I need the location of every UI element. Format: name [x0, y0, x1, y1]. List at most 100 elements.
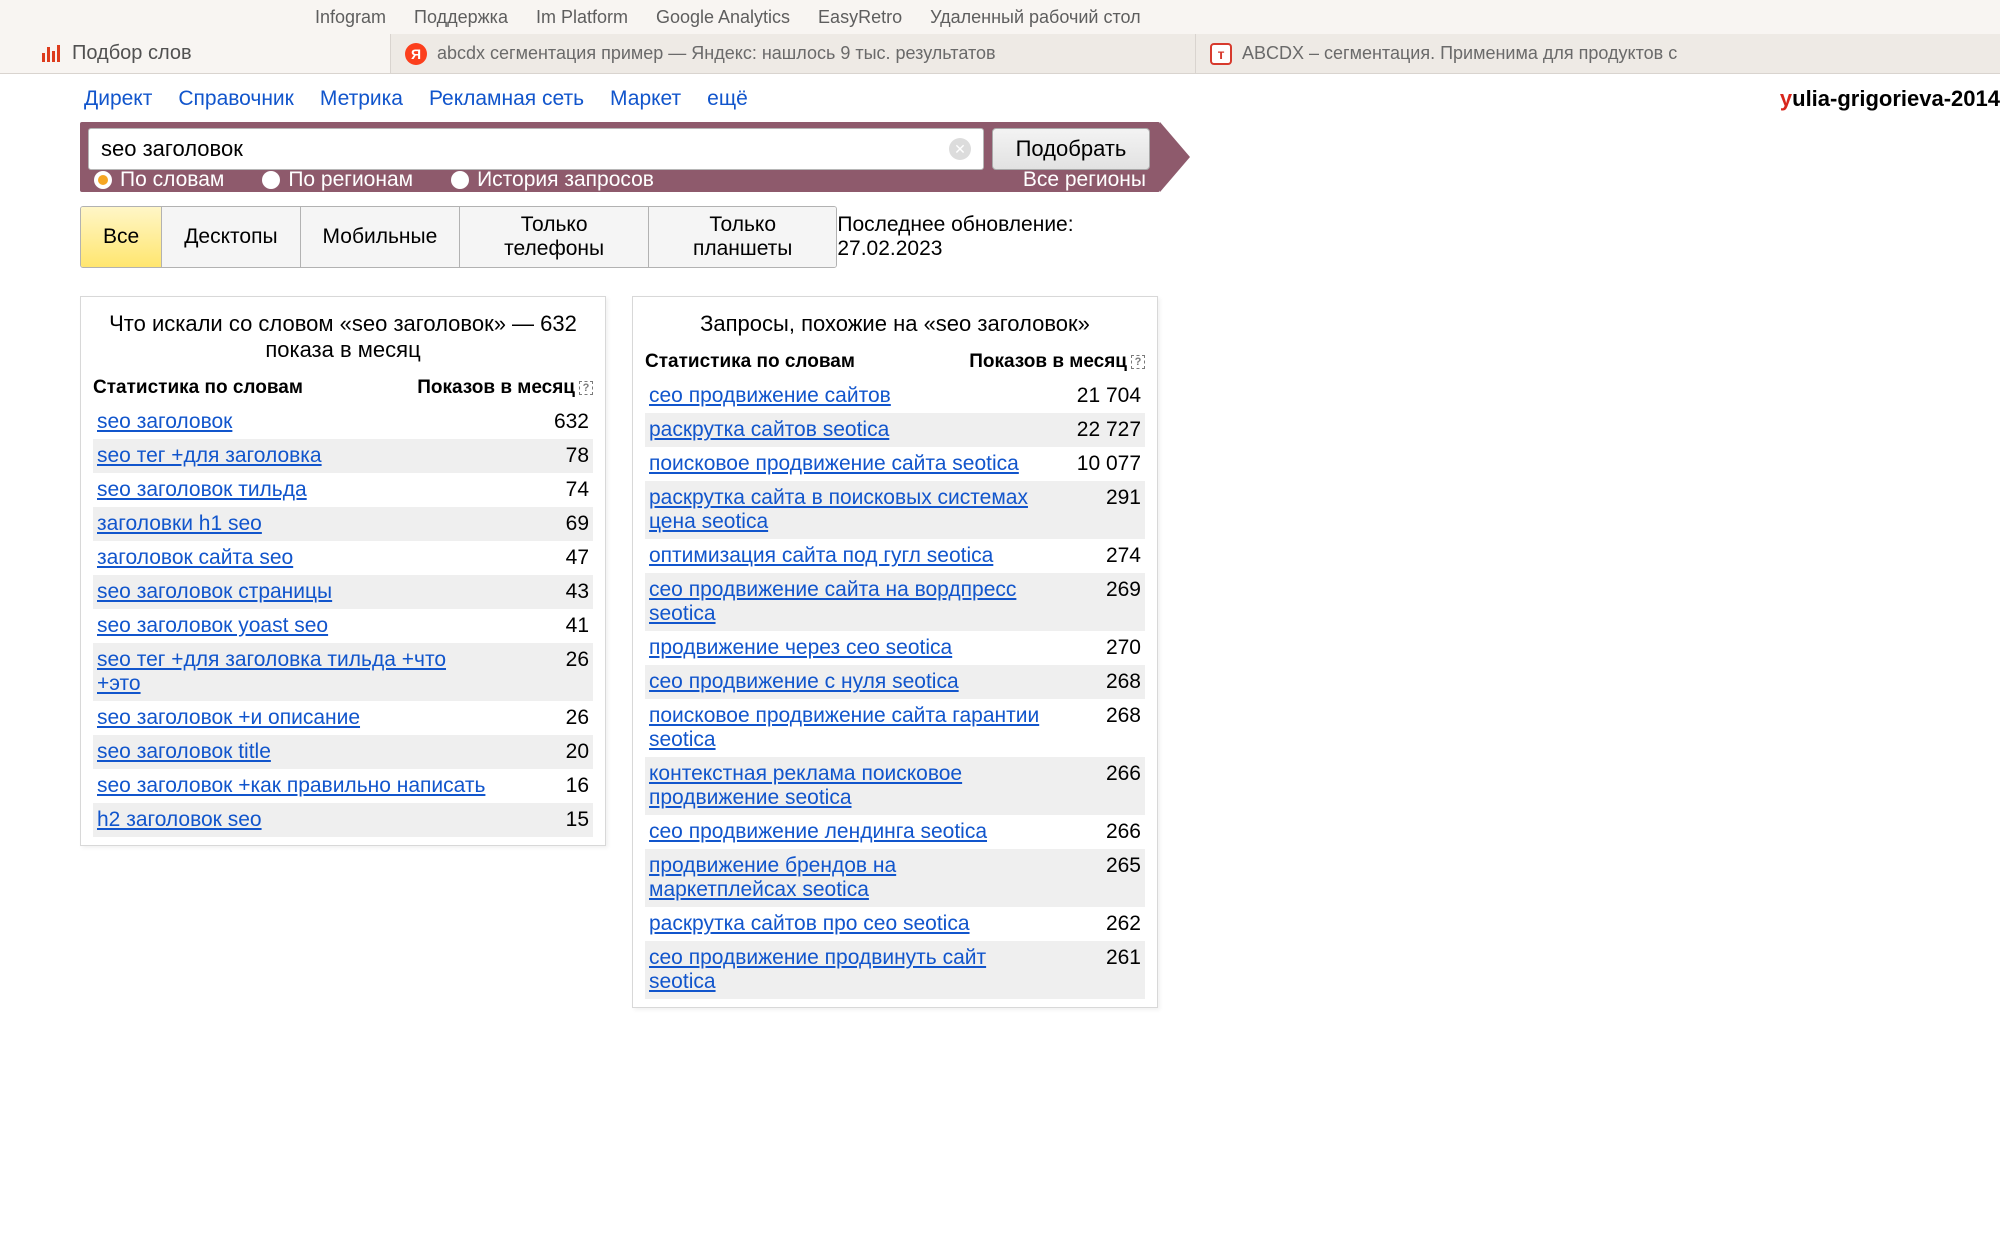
query-link[interactable]: раскрутка сайта в поисковых системах цен…	[649, 486, 1028, 533]
clear-icon[interactable]: ✕	[949, 138, 971, 160]
query-link[interactable]: сео продвижение сайтов	[649, 384, 891, 407]
query-link[interactable]: продвижение через сео seotica	[649, 636, 952, 659]
shows-cell: 15	[493, 803, 593, 837]
device-tab-tablets[interactable]: Только планшеты	[649, 207, 836, 267]
query-link[interactable]: заголовок сайта seo	[97, 546, 293, 569]
radio-label: По регионам	[288, 168, 413, 192]
results-table-right: сео продвижение сайтов 21 704 раскрутка са…	[645, 379, 1145, 999]
browser-tab[interactable]: т ABCDX – сегментация. Применима для про…	[1195, 34, 2000, 73]
shows-cell: 261	[1045, 941, 1145, 999]
query-link[interactable]: seo заголовок	[97, 410, 232, 433]
query-link[interactable]: сео продвижение лендинга seotica	[649, 820, 987, 843]
browser-tab-current[interactable]: Подбор слов	[0, 34, 390, 73]
shows-cell: 74	[493, 473, 593, 507]
table-row: seo тег +для заголовка 78	[93, 439, 593, 473]
query-link[interactable]: сео продвижение продвинуть сайт seotica	[649, 946, 986, 993]
device-tab-all[interactable]: Все	[81, 207, 162, 267]
shows-cell: 20	[493, 735, 593, 769]
search-field-wrap: ✕	[88, 128, 984, 170]
query-link[interactable]: раскрутка сайтов про сео seotica	[649, 912, 970, 935]
shows-cell: 78	[493, 439, 593, 473]
table-row: сео продвижение сайтов 21 704	[645, 379, 1145, 413]
query-link[interactable]: h2 заголовок seo	[97, 808, 262, 831]
table-row: сео продвижение лендинга seotica 266	[645, 815, 1145, 849]
query-cell: поисковое продвижение сайта seotica	[645, 447, 1045, 481]
query-cell: сео продвижение продвинуть сайт seotica	[645, 941, 1045, 999]
table-row: seo тег +для заголовка тильда +что +это2…	[93, 643, 593, 701]
query-cell: сео продвижение сайта на вордпресс seoti…	[645, 573, 1045, 631]
link-direct[interactable]: Директ	[84, 87, 152, 111]
query-link[interactable]: seo заголовок страницы	[97, 580, 332, 603]
table-row: seo заголовок +и описание26	[93, 701, 593, 735]
panel-with-word: Что искали со словом «seo заголовок» — 6…	[80, 296, 606, 846]
bookmark-item[interactable]: Im Platform	[536, 7, 628, 28]
query-cell: seo заголовок тильда	[93, 473, 493, 507]
mode-by-words[interactable]: По словам	[94, 168, 224, 192]
query-link[interactable]: поисковое продвижение сайта seotica	[649, 452, 1019, 475]
query-cell: контекстная реклама поисковое продвижени…	[645, 757, 1045, 815]
query-link[interactable]: seo заголовок тильда	[97, 478, 307, 501]
radio-icon	[451, 171, 469, 189]
link-adnetwork[interactable]: Рекламная сеть	[429, 87, 584, 111]
shows-cell: 21 704	[1045, 379, 1145, 413]
query-link[interactable]: продвижение брендов на маркетплейсах seo…	[649, 854, 896, 901]
help-icon[interactable]: ?	[579, 381, 593, 395]
query-link[interactable]: поисковое продвижение сайта гарантии seo…	[649, 704, 1039, 751]
query-link[interactable]: раскрутка сайтов seotica	[649, 418, 889, 441]
table-row: seo заголовок632	[93, 405, 593, 439]
username[interactable]: yulia-grigorieva-2014	[1780, 86, 2000, 112]
shows-cell: 266	[1045, 815, 1145, 849]
query-link[interactable]: сео продвижение с нуля seotica	[649, 670, 959, 693]
table-row: контекстная реклама поисковое продвижени…	[645, 757, 1145, 815]
mode-by-regions[interactable]: По регионам	[262, 168, 413, 192]
table-row: раскрутка сайтов про сео seotica 262	[645, 907, 1145, 941]
shows-cell: 41	[493, 609, 593, 643]
shows-cell: 262	[1045, 907, 1145, 941]
shows-cell: 47	[493, 541, 593, 575]
all-regions-link[interactable]: Все регионы	[1023, 168, 1146, 192]
link-more[interactable]: ещё	[707, 87, 748, 111]
query-link[interactable]: seo тег +для заголовка	[97, 444, 322, 467]
query-link[interactable]: seo заголовок +как правильно написать	[97, 774, 485, 797]
table-row: seo заголовок title 20	[93, 735, 593, 769]
help-icon[interactable]: ?	[1131, 355, 1145, 369]
bookmark-item[interactable]: Поддержка	[414, 7, 508, 28]
link-market[interactable]: Маркет	[610, 87, 681, 111]
query-link[interactable]: контекстная реклама поисковое продвижени…	[649, 762, 962, 809]
bookmark-item[interactable]: Google Analytics	[656, 7, 790, 28]
mode-history[interactable]: История запросов	[451, 168, 654, 192]
query-cell: seo заголовок title	[93, 735, 493, 769]
table-row: сео продвижение с нуля seotica268	[645, 665, 1145, 699]
query-link[interactable]: seo заголовок +и описание	[97, 706, 360, 729]
results-table-left: seo заголовок632 seo тег +для заголовка 78…	[93, 405, 593, 837]
panel-title: Запросы, похожие на «seo заголовок»	[645, 309, 1145, 347]
query-link[interactable]: оптимизация сайта под гугл seotica	[649, 544, 993, 567]
browser-tab[interactable]: Я abcdx сегментация пример — Яндекс: наш…	[390, 34, 1195, 73]
query-cell: seo заголовок yoast seo	[93, 609, 493, 643]
query-link[interactable]: сео продвижение сайта на вордпресс seoti…	[649, 578, 1016, 625]
table-row: заголовки h1 seo69	[93, 507, 593, 541]
query-link[interactable]: seo заголовок title	[97, 740, 271, 763]
bookmark-item[interactable]: EasyRetro	[818, 7, 902, 28]
query-link[interactable]: seo заголовок yoast seo	[97, 614, 328, 637]
device-tab-desktop[interactable]: Десктопы	[162, 207, 300, 267]
search-input[interactable]	[101, 136, 949, 162]
query-cell: сео продвижение сайтов	[645, 379, 1045, 413]
query-cell: оптимизация сайта под гугл seotica	[645, 539, 1045, 573]
query-link[interactable]: заголовки h1 seo	[97, 512, 262, 535]
table-row: seo заголовок страницы43	[93, 575, 593, 609]
bookmark-item[interactable]: Infogram	[315, 7, 386, 28]
tab-title: Подбор слов	[72, 42, 192, 65]
link-metrika[interactable]: Метрика	[320, 87, 403, 111]
bookmark-item[interactable]: Удаленный рабочий стол	[930, 7, 1141, 28]
link-spravochnik[interactable]: Справочник	[178, 87, 294, 111]
col-stat: Статистика по словам	[645, 351, 969, 373]
device-tab-mobile[interactable]: Мобильные	[301, 207, 461, 267]
submit-button[interactable]: Подобрать	[992, 128, 1150, 170]
bookmarks-bar: Infogram Поддержка Im Platform Google An…	[0, 0, 2000, 34]
device-tab-phones[interactable]: Только телефоны	[460, 207, 649, 267]
radio-label: История запросов	[477, 168, 654, 192]
service-links: Директ Справочник Метрика Рекламная сеть…	[0, 84, 2000, 122]
query-link[interactable]: seo тег +для заголовка тильда +что +это	[97, 648, 446, 695]
table-row: сео продвижение сайта на вордпресс seoti…	[645, 573, 1145, 631]
